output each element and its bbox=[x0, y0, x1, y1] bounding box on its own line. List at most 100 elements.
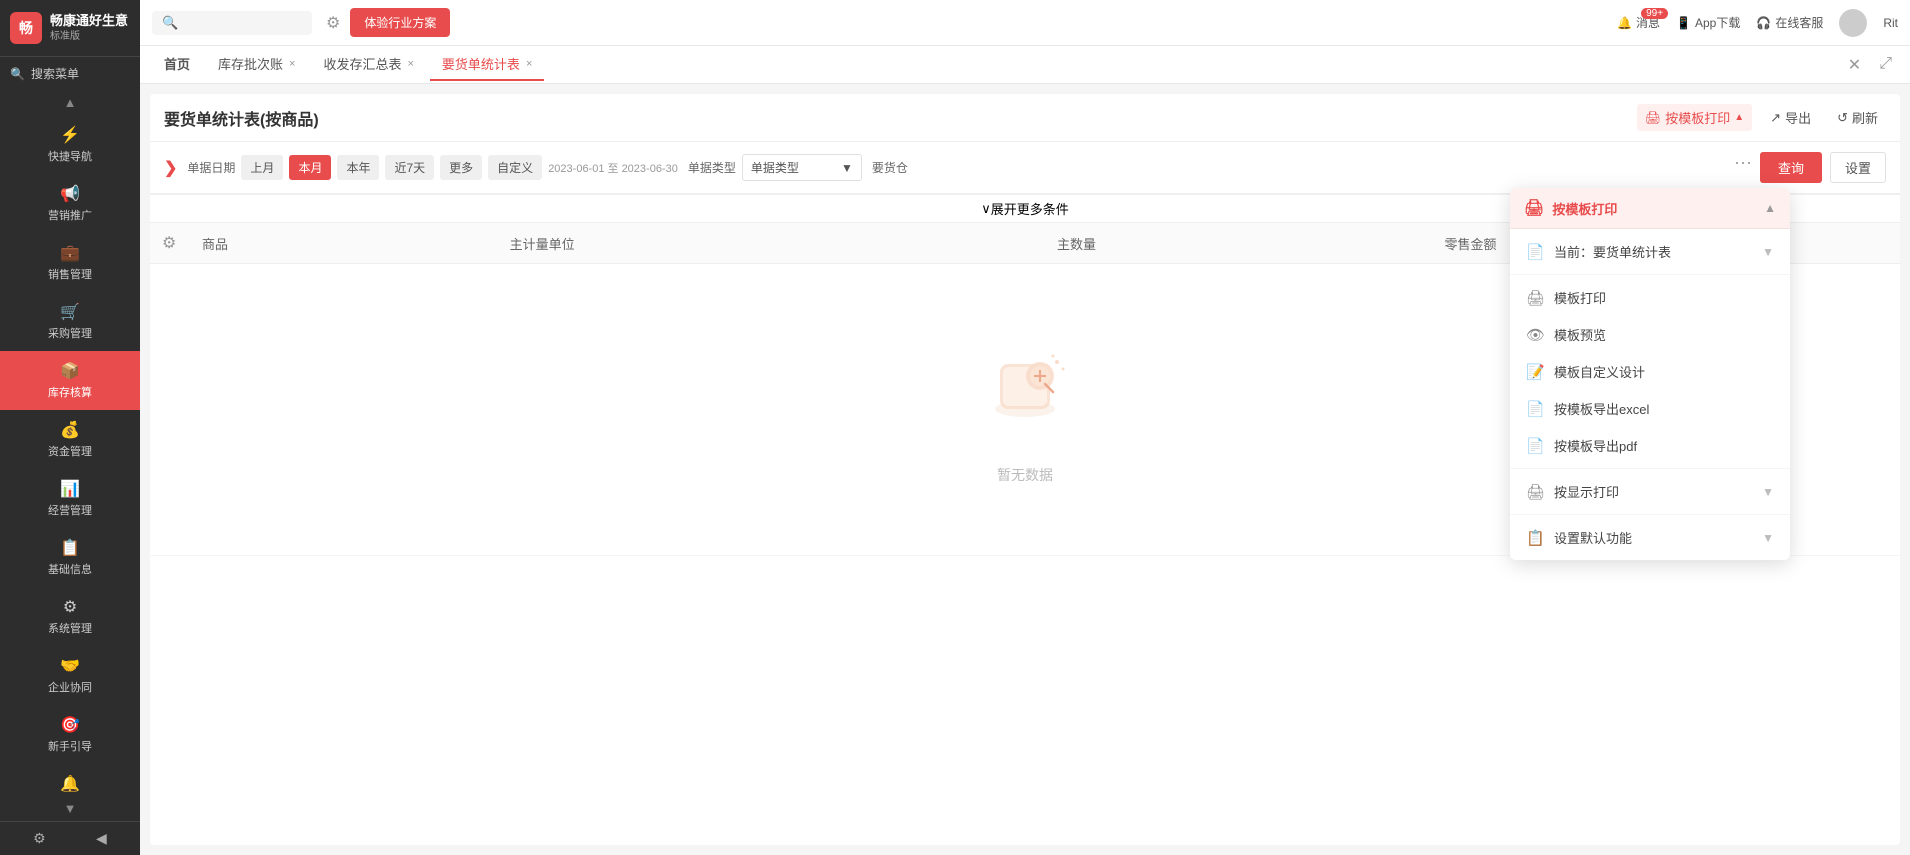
finance-icon: 💰 bbox=[60, 420, 80, 440]
sidebar-item-finance[interactable]: 💰 资金管理 bbox=[0, 410, 140, 469]
sidebar-item-app-center[interactable]: 🔔 应用中心 bbox=[0, 764, 140, 796]
dropdown-template-excel[interactable]: 📄 按模板导出excel bbox=[1510, 390, 1790, 427]
sidebar-item-sales[interactable]: 💼 销售管理 bbox=[0, 233, 140, 292]
tab-batch-accounts-close[interactable]: × bbox=[289, 58, 295, 70]
date-range-display: 2023-06-01 至 2023-06-30 bbox=[548, 160, 678, 176]
dropdown-header[interactable]: 🖨 按模板打印 ▲ bbox=[1510, 188, 1790, 229]
sidebar-item-system[interactable]: ⚙ 系统管理 bbox=[0, 587, 140, 646]
tab-collection-summary-close[interactable]: × bbox=[407, 58, 413, 70]
template-preview-icon: 👁 bbox=[1526, 326, 1544, 344]
col-product: 商品 bbox=[190, 223, 498, 264]
search-icon: 🔍 bbox=[162, 15, 178, 31]
order-type-chevron-icon: ▼ bbox=[841, 161, 853, 175]
sidebar-scroll-down[interactable]: ▼ bbox=[0, 796, 140, 821]
user-name: Rit bbox=[1883, 16, 1898, 30]
topbar-search-input[interactable] bbox=[184, 16, 284, 30]
date-filter-label: 单据日期 bbox=[187, 159, 235, 176]
topbar-search-area[interactable]: 🔍 bbox=[152, 11, 312, 35]
goods-filter-label: 要货仓 bbox=[872, 159, 908, 176]
default-fn-item[interactable]: 📋 设置默认功能 ▼ bbox=[1510, 519, 1790, 556]
dropdown-template-pdf[interactable]: 📄 按模板导出pdf bbox=[1510, 427, 1790, 464]
sidebar-settings-btn[interactable]: ⚙ bbox=[33, 830, 46, 847]
filter-settings-btn[interactable]: 设置 bbox=[1830, 152, 1886, 183]
filter-toggle-btn[interactable]: ❯ bbox=[164, 158, 177, 178]
print-dropdown-menu: 🖨 按模板打印 ▲ 📄 当前：要货单统计表 ▼ 🖨 模板打印 👁 bbox=[1510, 188, 1790, 560]
query-btn[interactable]: 查询 bbox=[1760, 152, 1822, 183]
operation-label: 经营管理 bbox=[48, 502, 92, 518]
date-filter-group: 单据日期 上月 本月 本年 近7天 更多 自定义 2023-06-01 至 20… bbox=[187, 155, 677, 180]
expand-icon: ∨ bbox=[981, 201, 991, 217]
guide-icon: 🎯 bbox=[60, 715, 80, 735]
enterprise-label: 企业协同 bbox=[48, 679, 92, 695]
dropdown-template-custom[interactable]: 📝 模板自定义设计 bbox=[1510, 353, 1790, 390]
dropdown-current-section: 📄 当前：要货单统计表 ▼ bbox=[1510, 229, 1790, 275]
sidebar-collapse-btn[interactable]: ◀ bbox=[96, 830, 107, 847]
export-btn[interactable]: ↗ 导出 bbox=[1762, 104, 1819, 131]
sidebar-item-quick-nav[interactable]: ⚡ 快捷导航 bbox=[0, 115, 140, 174]
service-icon: 🎧 bbox=[1756, 16, 1771, 30]
sidebar-search[interactable]: 🔍 搜索菜单 bbox=[0, 57, 140, 90]
tab-collection-summary[interactable]: 收发存汇总表 × bbox=[311, 48, 425, 81]
experience-btn[interactable]: 体验行业方案 bbox=[350, 8, 450, 37]
date-this-month-btn[interactable]: 本月 bbox=[289, 155, 331, 180]
template-pdf-icon: 📄 bbox=[1526, 437, 1544, 455]
order-type-select[interactable]: 单据类型 ▼ bbox=[742, 154, 862, 181]
sidebar-item-operation[interactable]: 📊 经营管理 bbox=[0, 469, 140, 528]
topbar: 🔍 ⚙ 体验行业方案 🔔 消息 99+ 📱 App下载 🎧 在线客服 Rit bbox=[140, 0, 1910, 46]
dropdown-current-item[interactable]: 📄 当前：要货单统计表 ▼ bbox=[1510, 233, 1790, 270]
order-type-label: 单据类型 bbox=[688, 159, 736, 176]
user-avatar[interactable] bbox=[1839, 9, 1867, 37]
topbar-gear-icon[interactable]: ⚙ bbox=[326, 13, 340, 33]
default-fn-label: 设置默认功能 bbox=[1554, 528, 1632, 547]
display-print-item[interactable]: 🖨 按显示打印 ▼ bbox=[1510, 473, 1790, 510]
tab-order-summary[interactable]: 要货单统计表 × bbox=[430, 48, 544, 81]
basic-label: 基础信息 bbox=[48, 561, 92, 577]
window-close-btn[interactable]: ✕ bbox=[1842, 53, 1867, 77]
date-last-7-btn[interactable]: 近7天 bbox=[385, 155, 434, 180]
col-unit: 主计量单位 bbox=[498, 223, 1045, 264]
sidebar-item-enterprise[interactable]: 🤝 企业协同 bbox=[0, 646, 140, 705]
tab-batch-accounts[interactable]: 库存批次账 × bbox=[206, 48, 307, 81]
date-more-btn[interactable]: 更多 bbox=[440, 155, 482, 180]
search-icon: 🔍 bbox=[10, 67, 25, 81]
sidebar-item-inventory[interactable]: 📦 库存核算 bbox=[0, 351, 140, 410]
refresh-btn[interactable]: ↺ 刷新 bbox=[1829, 104, 1886, 131]
date-last-month-btn[interactable]: 上月 bbox=[241, 155, 283, 180]
tab-order-summary-label: 要货单统计表 bbox=[442, 54, 520, 73]
sidebar-scroll-up[interactable]: ▲ bbox=[0, 90, 140, 115]
display-print-icon: 🖨 bbox=[1526, 483, 1544, 501]
sidebar-item-guide[interactable]: 🎯 新手引导 bbox=[0, 705, 140, 764]
display-print-arrow: ▼ bbox=[1762, 485, 1774, 499]
app-download-label: App下载 bbox=[1695, 14, 1740, 31]
window-maximize-btn[interactable]: ⤢ bbox=[1873, 53, 1898, 77]
edition-label: 标准版 bbox=[50, 30, 128, 43]
app-download-btn[interactable]: 📱 App下载 bbox=[1676, 14, 1740, 31]
system-icon: ⚙ bbox=[63, 597, 77, 617]
table-settings-icon[interactable]: ⚙ bbox=[162, 235, 176, 252]
printer-icon: 🖨 bbox=[1645, 110, 1662, 126]
tab-collection-summary-label: 收发存汇总表 bbox=[323, 54, 401, 73]
sidebar-item-basic[interactable]: 📋 基础信息 bbox=[0, 528, 140, 587]
enterprise-icon: 🤝 bbox=[60, 656, 80, 676]
empty-text: 暂无数据 bbox=[997, 465, 1053, 485]
date-this-year-btn[interactable]: 本年 bbox=[337, 155, 379, 180]
dropdown-title: 按模板打印 bbox=[1552, 199, 1617, 218]
dropdown-template-preview[interactable]: 👁 模板预览 bbox=[1510, 316, 1790, 353]
print-btn[interactable]: 🖨 按模板打印 ▲ bbox=[1637, 104, 1752, 131]
tab-home-label: 首页 bbox=[164, 54, 190, 73]
date-custom-btn[interactable]: 自定义 bbox=[488, 155, 542, 180]
empty-illustration bbox=[975, 334, 1075, 453]
template-excel-icon: 📄 bbox=[1526, 400, 1544, 418]
dropdown-template-print[interactable]: 🖨 模板打印 bbox=[1510, 279, 1790, 316]
online-service-btn[interactable]: 🎧 在线客服 bbox=[1756, 14, 1823, 31]
dropdown-close-icon[interactable]: ▲ bbox=[1764, 201, 1776, 215]
sidebar-item-purchase[interactable]: 🛒 采购管理 bbox=[0, 292, 140, 351]
tab-order-summary-close[interactable]: × bbox=[526, 58, 532, 70]
sidebar-item-marketing[interactable]: 📢 营销推广 bbox=[0, 174, 140, 233]
dropdown-template-section: 🖨 模板打印 👁 模板预览 📝 模板自定义设计 📄 按模板导出excel 📄 bbox=[1510, 275, 1790, 469]
print-chevron-icon: ▲ bbox=[1734, 112, 1744, 123]
more-options-btn[interactable]: ··· bbox=[1734, 152, 1752, 183]
messages-btn[interactable]: 🔔 消息 99+ bbox=[1617, 14, 1660, 31]
tab-home[interactable]: 首页 bbox=[152, 48, 202, 81]
page-header-actions: 🖨 按模板打印 ▲ ↗ 导出 ↺ 刷新 bbox=[1637, 104, 1886, 131]
